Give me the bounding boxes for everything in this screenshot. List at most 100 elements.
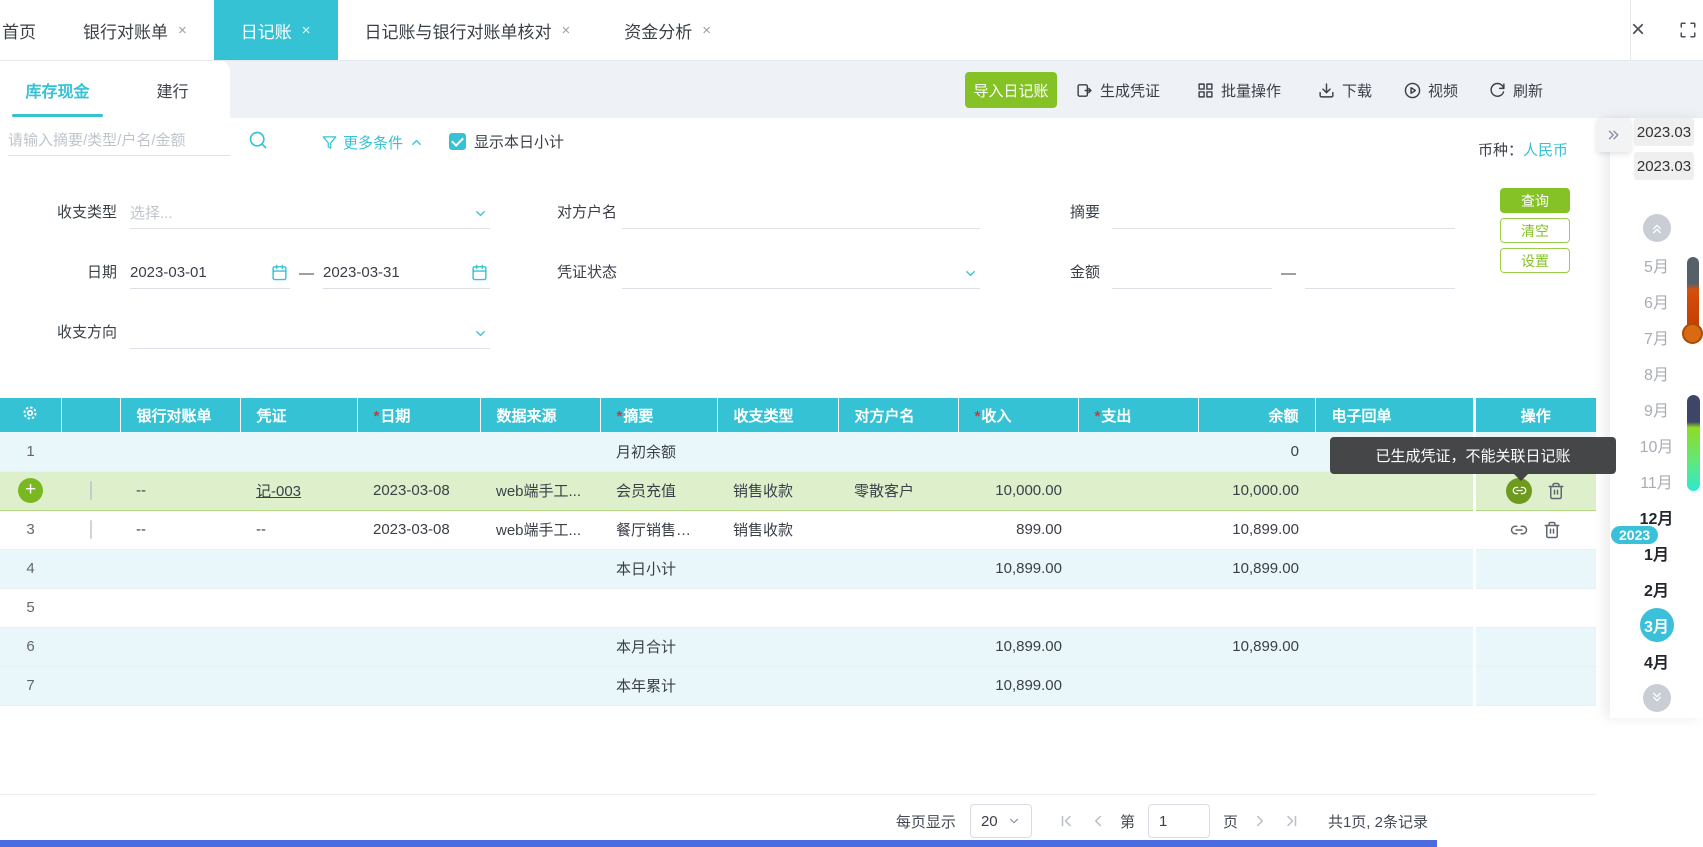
scroll-months-up-button[interactable]	[1642, 214, 1671, 242]
cell-expense	[1078, 432, 1198, 472]
cell-date	[357, 432, 480, 472]
batch-operation-button[interactable]: 批量操作	[1197, 61, 1281, 119]
year-badge[interactable]: 2023	[1611, 526, 1659, 544]
subtab-库存现金[interactable]: 库存现金	[0, 61, 115, 119]
last-page-icon[interactable]	[1282, 812, 1300, 830]
select-all-checkbox[interactable]	[61, 398, 121, 432]
cell-counterparty	[838, 432, 958, 472]
cell-income	[958, 588, 1078, 628]
cell-date	[357, 666, 480, 706]
page-number-input[interactable]	[1147, 804, 1210, 838]
next-page-icon[interactable]	[1251, 812, 1269, 830]
cell-ops	[1472, 588, 1596, 628]
field-summary: 摘要	[988, 197, 1455, 229]
cell-bank	[120, 549, 240, 589]
first-page-icon[interactable]	[1058, 812, 1076, 830]
cell-ops	[1472, 470, 1596, 511]
fullscreen-icon[interactable]	[1679, 21, 1697, 39]
video-button[interactable]: 视频	[1404, 61, 1458, 119]
type-select[interactable]: 选择...	[130, 197, 490, 229]
date-to-input[interactable]	[323, 257, 490, 289]
tab-日记账[interactable]: 日记账 ×	[213, 0, 338, 60]
date-from-input[interactable]	[130, 257, 290, 289]
delete-icon[interactable]	[1543, 521, 1561, 539]
column-header-type: 收支类型	[717, 398, 839, 432]
cell-voucher	[240, 627, 357, 667]
cell-type: 销售收款	[717, 510, 838, 550]
search-icon[interactable]	[248, 130, 268, 150]
cell-income: 899.00	[958, 510, 1078, 550]
column-settings[interactable]	[0, 398, 62, 432]
month-item-3月[interactable]: 3月	[1610, 607, 1703, 643]
tab-资金分析[interactable]: 资金分析 ×	[597, 0, 738, 60]
query-button[interactable]: 查询	[1500, 188, 1570, 213]
row-checkbox-cell	[61, 510, 120, 550]
currency-value[interactable]: 人民币	[1523, 142, 1568, 159]
row-checkbox[interactable]	[89, 481, 92, 500]
month-item-2月[interactable]: 2月	[1610, 571, 1703, 607]
cell-summary: 本日小计	[600, 549, 717, 589]
row-checkbox-cell	[61, 627, 120, 667]
cell-type	[717, 588, 838, 628]
more-conditions-toggle[interactable]: 更多条件	[322, 132, 424, 153]
direction-select[interactable]	[130, 317, 490, 349]
period-box-current[interactable]: 2023.03	[1634, 118, 1694, 146]
tab-close-icon[interactable]: ×	[702, 23, 711, 38]
tab-日记账与银行对账单核对[interactable]: 日记账与银行对账单核对 ×	[338, 0, 598, 60]
cell-summary: 会员充值	[600, 470, 717, 511]
cell-receipt	[1315, 549, 1474, 589]
settings-button[interactable]: 设置	[1500, 248, 1570, 273]
prev-page-icon[interactable]	[1089, 812, 1107, 830]
per-page-select[interactable]: 20	[969, 804, 1032, 838]
cell-summary: 月初余额	[600, 432, 717, 472]
subtab-建行[interactable]: 建行	[115, 61, 230, 119]
amount-min-input[interactable]	[1112, 257, 1272, 289]
voucher-link[interactable]: 记-003	[256, 483, 301, 500]
period-box-selected[interactable]: 2023.03	[1634, 152, 1694, 180]
summary-input[interactable]	[1112, 197, 1455, 229]
add-row-button[interactable]: +	[18, 478, 43, 503]
import-journal-button[interactable]: 导入日记账	[965, 72, 1057, 108]
chevron-down-icon	[476, 211, 485, 216]
collapse-panel-button[interactable]	[1597, 118, 1631, 152]
row-checkbox-cell	[61, 470, 120, 511]
cell-expense	[1078, 549, 1198, 589]
cell-type: 销售收款	[717, 470, 838, 511]
search-input[interactable]	[8, 126, 230, 156]
month-item-4月[interactable]: 4月	[1610, 643, 1703, 679]
amount-max-input[interactable]	[1305, 257, 1455, 289]
chevron-up-icon	[412, 140, 421, 145]
row-checkbox[interactable]	[89, 520, 92, 539]
double-chevron-right-icon	[1608, 130, 1619, 140]
column-header-voucher: 凭证	[240, 398, 358, 432]
delete-icon[interactable]	[1547, 482, 1565, 500]
cell-type	[717, 432, 838, 472]
currency-display: 币种：人民币	[1478, 142, 1569, 159]
month-item-8月[interactable]: 8月	[1610, 355, 1703, 391]
voucher-status-select[interactable]	[622, 257, 980, 289]
tab-close-icon[interactable]: ×	[562, 23, 571, 38]
counterparty-input[interactable]	[622, 197, 980, 229]
column-header-income: *收入	[958, 398, 1079, 432]
row-number: 1	[0, 432, 61, 472]
clear-button[interactable]: 清空	[1500, 218, 1570, 243]
show-daily-subtotal-checkbox[interactable]: 显示本日小计	[449, 131, 564, 152]
table-row: + -- 记-003 2023-03-08 web端手工... 会员充值 销售收款 零散客户 1…	[0, 470, 1596, 511]
cell-ops	[1472, 549, 1596, 589]
link-voucher-icon[interactable]	[1510, 521, 1528, 539]
quick-search	[8, 126, 230, 156]
tab-close-icon[interactable]: ×	[302, 23, 311, 38]
download-button[interactable]: 下载	[1318, 61, 1372, 119]
scroll-months-down-button[interactable]	[1642, 684, 1671, 712]
refresh-button[interactable]: 刷新	[1489, 61, 1543, 119]
tab-close-icon[interactable]: ×	[178, 23, 187, 38]
generate-voucher-button[interactable]: 生成凭证	[1076, 61, 1160, 119]
row-number: +	[0, 470, 61, 511]
table-header-row: 银行对账单 凭证 *日期 数据来源 *摘要 收支类型 对方户名 *收入 *支出 余额 电子回单 操作	[0, 398, 1596, 432]
tab-首页[interactable]: 首页	[0, 0, 56, 60]
refresh-icon	[1490, 82, 1505, 97]
tab-银行对账单[interactable]: 银行对账单 ×	[56, 0, 214, 60]
cell-source	[480, 588, 600, 628]
close-icon[interactable]: ×	[1631, 18, 1645, 42]
column-header-bank: 银行对账单	[120, 398, 241, 432]
